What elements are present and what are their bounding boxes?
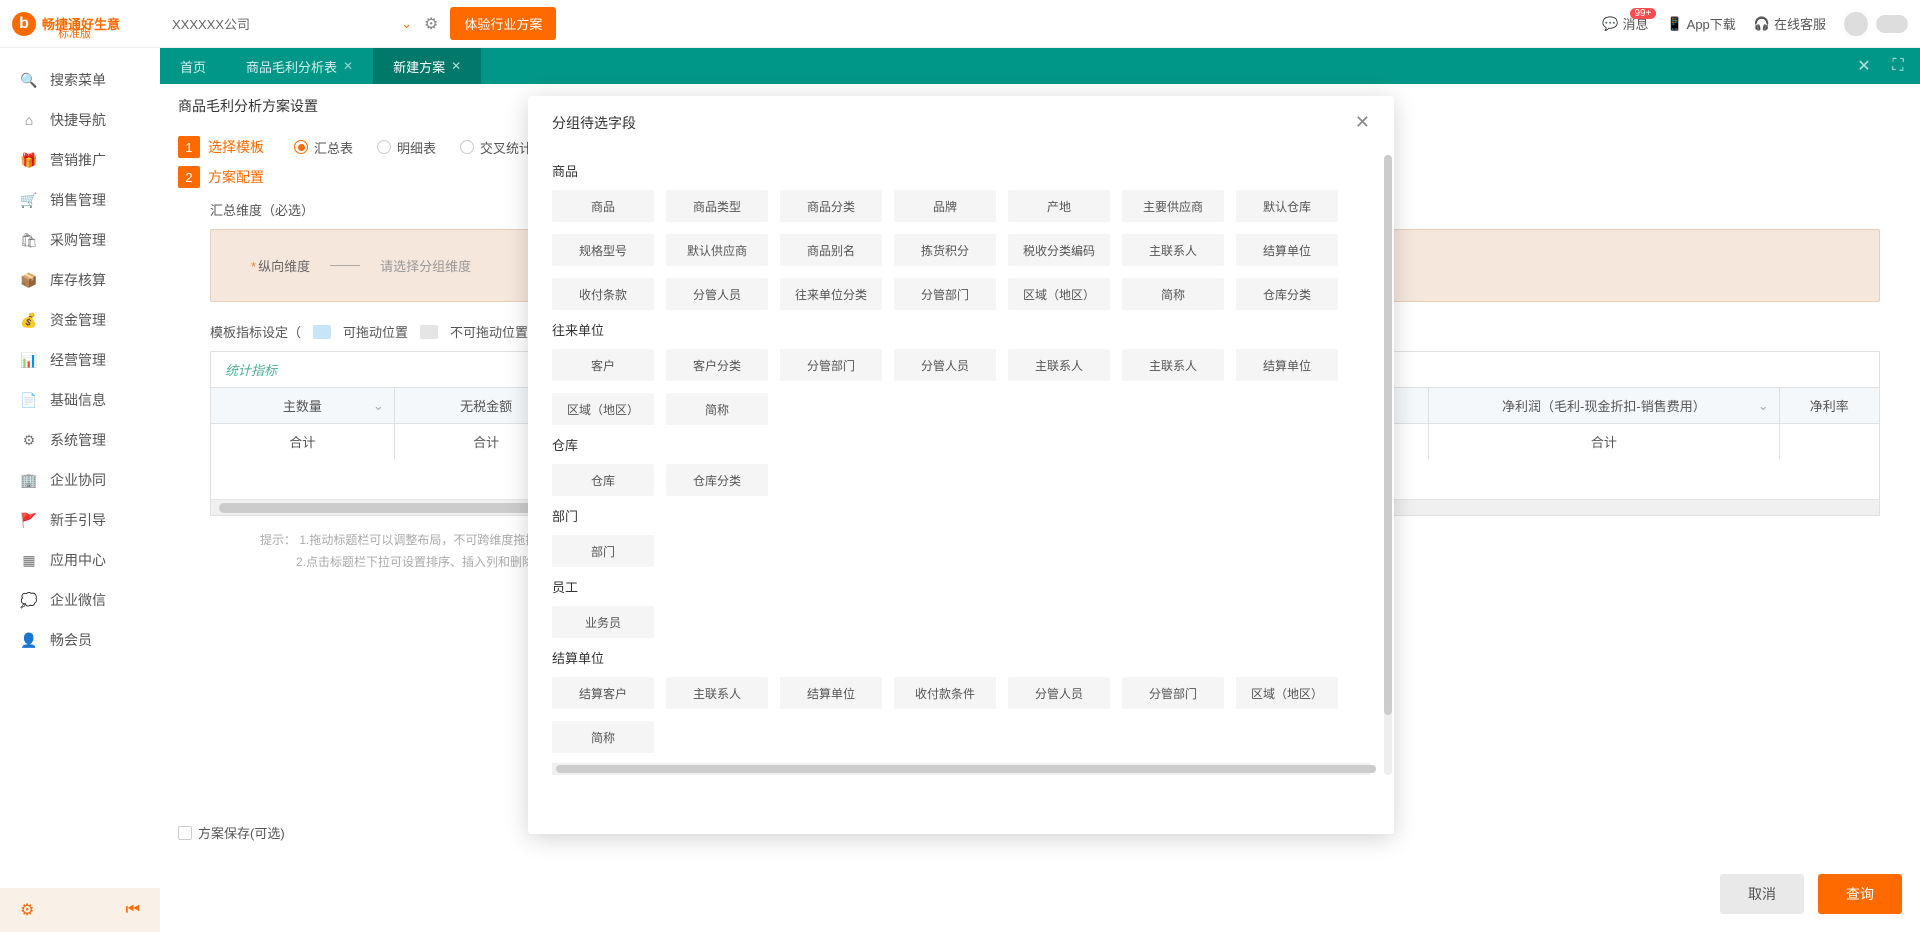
field-chip[interactable]: 默认仓库: [1236, 190, 1338, 222]
field-section: 部门部门: [552, 506, 1370, 567]
field-chip[interactable]: 商品: [552, 190, 654, 222]
field-selector-modal: 分组待选字段 ✕ 商品商品商品类型商品分类品牌产地主要供应商默认仓库规格型号默认…: [528, 96, 1394, 834]
field-chip[interactable]: 仓库: [552, 464, 654, 496]
field-chip[interactable]: 商品类型: [666, 190, 768, 222]
field-section: 结算单位结算客户主联系人结算单位收付款条件分管人员分管部门区域（地区）简称: [552, 648, 1370, 753]
field-chip[interactable]: 分管人员: [1008, 677, 1110, 709]
field-chip[interactable]: 简称: [1122, 278, 1224, 310]
field-chip[interactable]: 默认供应商: [666, 234, 768, 266]
field-chip[interactable]: 简称: [666, 393, 768, 425]
modal-body: 商品商品商品类型商品分类品牌产地主要供应商默认仓库规格型号默认供应商商品别名拣货…: [528, 149, 1394, 834]
field-section: 往来单位客户客户分类分管部门分管人员主联系人主联系人结算单位区域（地区）简称: [552, 320, 1370, 425]
field-section: 员工业务员: [552, 577, 1370, 638]
chip-row: 商品商品类型商品分类品牌产地主要供应商默认仓库规格型号默认供应商商品别名拣货积分…: [552, 190, 1370, 310]
field-chip[interactable]: 拣货积分: [894, 234, 996, 266]
field-chip[interactable]: 区域（地区）: [1236, 677, 1338, 709]
field-chip[interactable]: 客户: [552, 349, 654, 381]
close-icon[interactable]: ✕: [1355, 112, 1370, 133]
field-chip[interactable]: 税收分类编码: [1008, 234, 1110, 266]
field-chip[interactable]: 仓库分类: [1236, 278, 1338, 310]
field-chip[interactable]: 主联系人: [1122, 349, 1224, 381]
field-chip[interactable]: 主联系人: [1008, 349, 1110, 381]
chip-row: 部门: [552, 535, 1370, 567]
modal-title: 分组待选字段: [552, 113, 636, 133]
modal-header: 分组待选字段 ✕: [528, 96, 1394, 149]
section-title: 员工: [552, 577, 1370, 596]
vertical-scrollbar[interactable]: [1384, 155, 1392, 775]
field-chip[interactable]: 仓库分类: [666, 464, 768, 496]
scrollbar-thumb[interactable]: [556, 765, 1376, 773]
section-title: 结算单位: [552, 648, 1370, 667]
field-chip[interactable]: 收付款条件: [894, 677, 996, 709]
field-chip[interactable]: 品牌: [894, 190, 996, 222]
field-chip[interactable]: 结算单位: [780, 677, 882, 709]
field-chip[interactable]: 部门: [552, 535, 654, 567]
field-chip[interactable]: 简称: [552, 721, 654, 753]
field-chip[interactable]: 主要供应商: [1122, 190, 1224, 222]
section-title: 往来单位: [552, 320, 1370, 339]
field-chip[interactable]: 分管人员: [666, 278, 768, 310]
chip-row: 客户客户分类分管部门分管人员主联系人主联系人结算单位区域（地区）简称: [552, 349, 1370, 425]
field-section: 商品商品商品类型商品分类品牌产地主要供应商默认仓库规格型号默认供应商商品别名拣货…: [552, 161, 1370, 310]
section-title: 部门: [552, 506, 1370, 525]
field-section: 仓库仓库仓库分类: [552, 435, 1370, 496]
field-chip[interactable]: 商品分类: [780, 190, 882, 222]
chip-row: 业务员: [552, 606, 1370, 638]
field-chip[interactable]: 结算单位: [1236, 349, 1338, 381]
field-chip[interactable]: 主联系人: [1122, 234, 1224, 266]
chip-row: 结算客户主联系人结算单位收付款条件分管人员分管部门区域（地区） 简称: [552, 677, 1370, 753]
field-chip[interactable]: 主联系人: [666, 677, 768, 709]
field-chip[interactable]: 商品别名: [780, 234, 882, 266]
field-chip[interactable]: 收付条款: [552, 278, 654, 310]
field-chip[interactable]: 区域（地区）: [552, 393, 654, 425]
field-chip[interactable]: 产地: [1008, 190, 1110, 222]
field-chip[interactable]: 结算单位: [1236, 234, 1338, 266]
field-chip[interactable]: 结算客户: [552, 677, 654, 709]
chip-row: 仓库仓库分类: [552, 464, 1370, 496]
field-chip[interactable]: 业务员: [552, 606, 654, 638]
field-chip[interactable]: 往来单位分类: [780, 278, 882, 310]
field-chip[interactable]: 分管部门: [1122, 677, 1224, 709]
section-title: 仓库: [552, 435, 1370, 454]
field-chip[interactable]: 规格型号: [552, 234, 654, 266]
field-chip[interactable]: 分管部门: [780, 349, 882, 381]
field-chip[interactable]: 客户分类: [666, 349, 768, 381]
field-chip[interactable]: 区域（地区）: [1008, 278, 1110, 310]
field-chip[interactable]: 分管部门: [894, 278, 996, 310]
section-title: 商品: [552, 161, 1370, 180]
scrollbar-thumb[interactable]: [1384, 155, 1392, 715]
field-chip[interactable]: 分管人员: [894, 349, 996, 381]
horizontal-scrollbar[interactable]: [552, 763, 1370, 775]
